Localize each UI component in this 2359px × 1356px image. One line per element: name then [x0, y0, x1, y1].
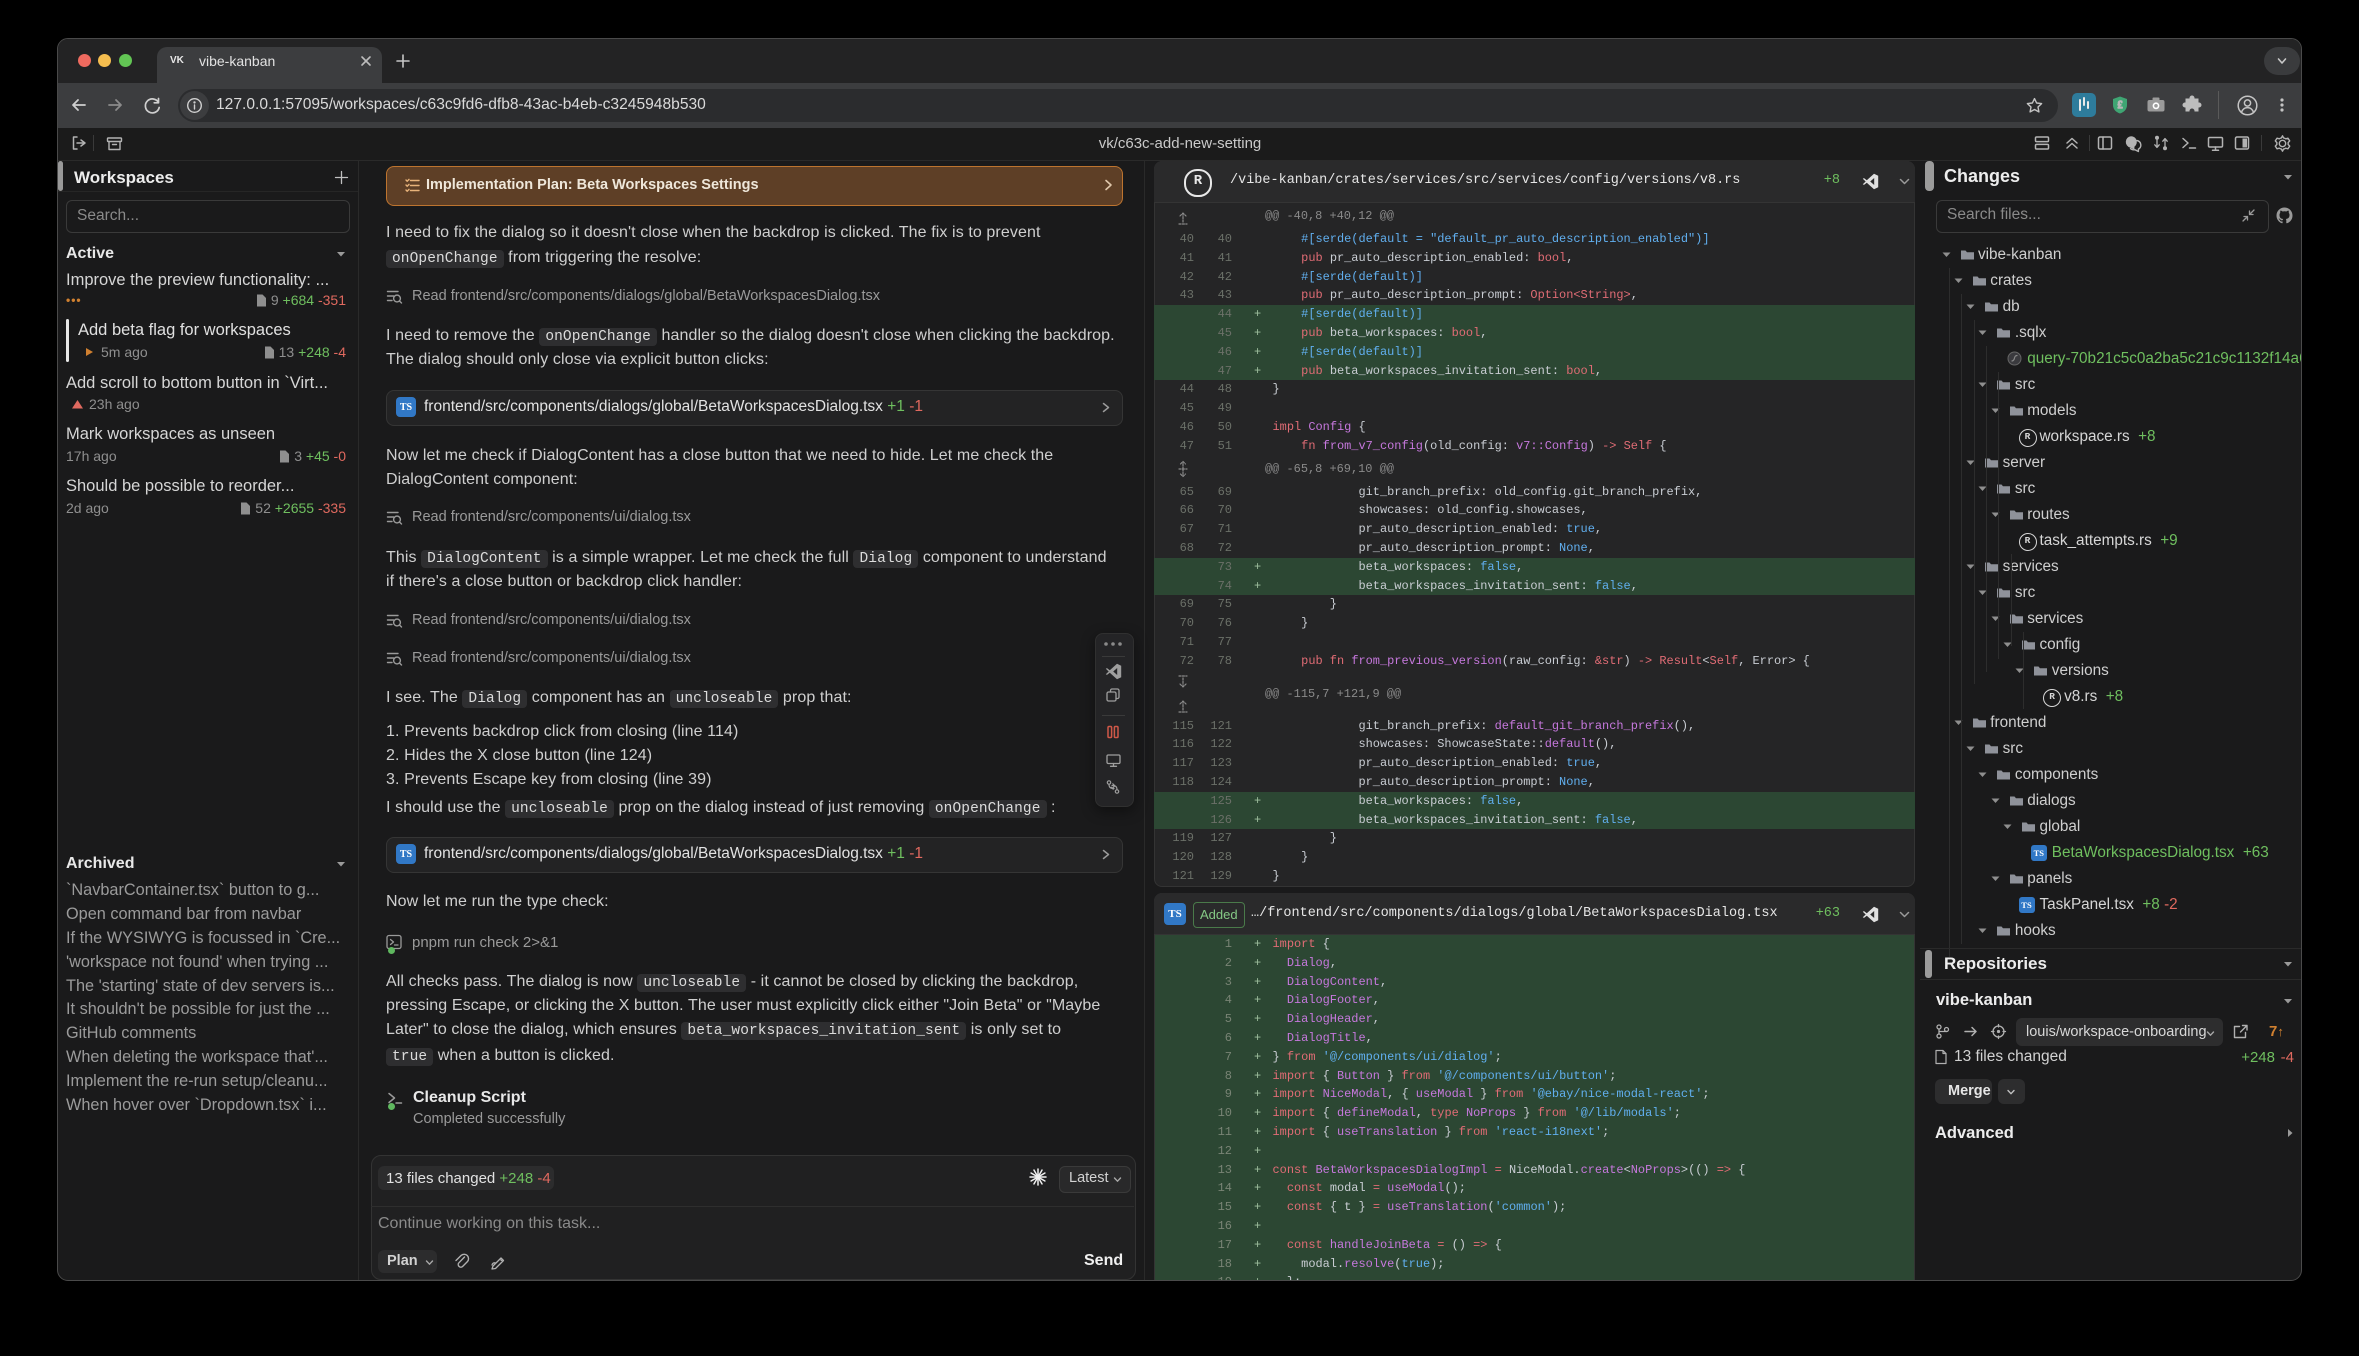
svg-text:£: £ [2118, 100, 2123, 111]
